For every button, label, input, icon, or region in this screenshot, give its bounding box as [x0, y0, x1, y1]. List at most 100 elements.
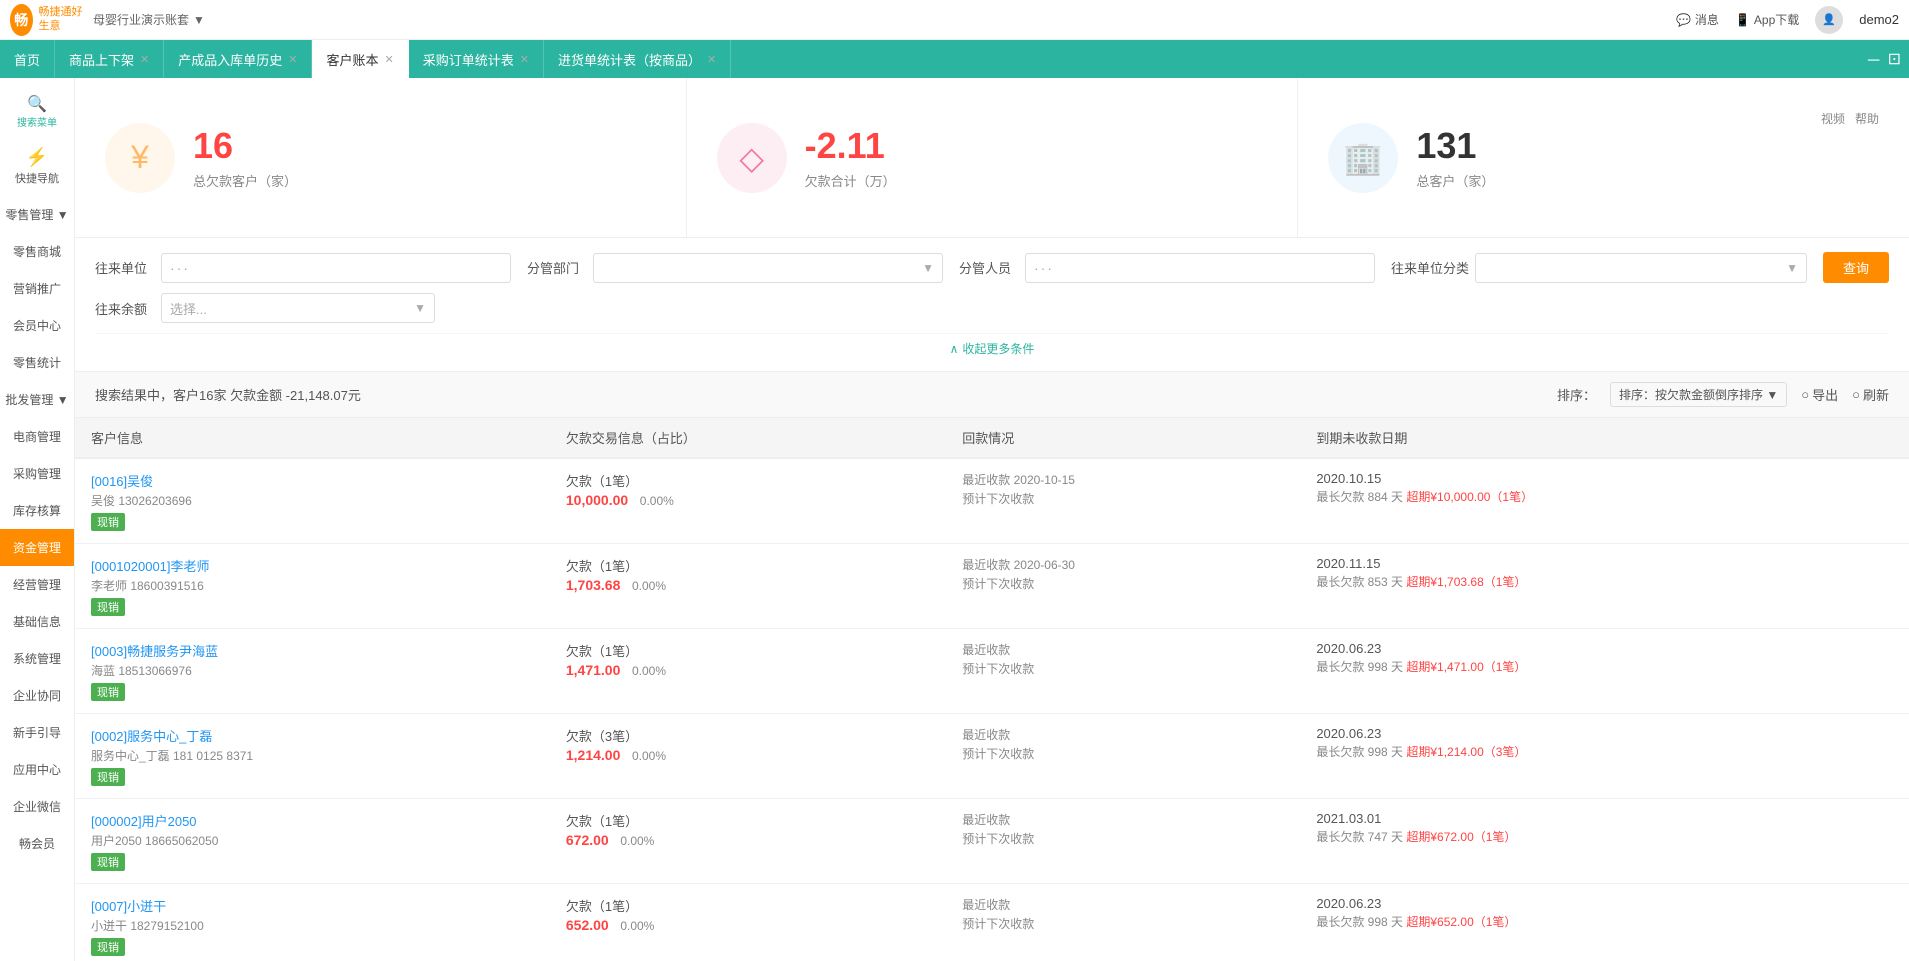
help-button[interactable]: 帮助 [1855, 110, 1879, 127]
stat-icon-money: ¥ [105, 123, 175, 193]
stat-block-debt-total: ◇ -2.11 欠款合计（万） [687, 78, 1299, 237]
debt-pct-2: 0.00% [632, 664, 666, 678]
overdue-days-5: 最长欠款 998 天 超期¥652.00（1笔） [1316, 913, 1893, 930]
search-menu[interactable]: 🔍 搜索菜单 [0, 86, 74, 137]
results-bar: 搜索结果中，客户16家 欠款金额 -21,148.07元 排序： 排序：按欠款金… [75, 372, 1909, 418]
export-button[interactable]: ○ 导出 [1801, 385, 1838, 404]
overdue-days-2: 最长欠款 998 天 超期¥1,471.00（1笔） [1316, 658, 1893, 675]
debt-count-4: 欠款（1笔） [566, 811, 930, 830]
sidebar-item-batch-mgmt[interactable]: 批发管理 ▼ [0, 381, 74, 418]
filter-balance: 往来余额 选择... ▼ [95, 293, 435, 323]
sidebar-item-system[interactable]: 系统管理 [0, 640, 74, 677]
close-icon[interactable]: ✕ [140, 53, 149, 66]
collect-recent-2: 最近收款 [962, 641, 1284, 658]
close-icon[interactable]: ✕ [288, 53, 297, 66]
content-area: ¥ 16 总欠款客户（家） ◇ -2.11 欠款合计（万） 🏢 [75, 78, 1909, 961]
cell-overdue-0: 2020.10.15 最长欠款 884 天 超期¥10,000.00（1笔） [1300, 458, 1909, 544]
tab-home[interactable]: 首页 [0, 40, 55, 78]
stat-icon-diamond: ◇ [717, 123, 787, 193]
cell-customer-3: [0002]服务中心_丁磊 服务中心_丁磊 181 0125 8371 现销 [75, 714, 550, 799]
tab-purchase[interactable]: 采购订单统计表 ✕ [409, 40, 544, 78]
close-icon[interactable]: ✕ [520, 53, 529, 66]
main-body: 🔍 搜索菜单 ⚡ 快捷导航 零售管理 ▼ 零售商城 营销推广 会员中心 零售统计 [0, 78, 1909, 961]
sidebar-item-inventory[interactable]: 库存核算 [0, 492, 74, 529]
overdue-link-3[interactable]: 超期¥1,214.00（3笔） [1406, 745, 1526, 759]
balance-label: 往来余额 [95, 299, 155, 318]
overdue-link-0[interactable]: 超期¥10,000.00（1笔） [1406, 490, 1533, 504]
filter-collapse-button[interactable]: ∧ 收起更多条件 [95, 333, 1889, 363]
customer-contact-5: 小迸干 18279152100 [91, 917, 534, 934]
cell-collect-3: 最近收款 预计下次收款 [946, 714, 1300, 799]
maximize-icon[interactable]: ⊡ [1888, 49, 1901, 69]
tab-goods[interactable]: 商品上下架 ✕ [55, 40, 164, 78]
close-icon[interactable]: ✕ [385, 53, 394, 66]
tab-produce[interactable]: 产成品入库单历史 ✕ [164, 40, 312, 78]
stats-bar: ¥ 16 总欠款客户（家） ◇ -2.11 欠款合计（万） 🏢 [75, 78, 1909, 238]
customer-tag-0: 现销 [91, 513, 125, 531]
sort-select[interactable]: 排序：按欠款金额倒序排序 ▼ [1610, 382, 1787, 407]
sidebar-item-ecommerce[interactable]: 电商管理 [0, 418, 74, 455]
dept-input[interactable]: ▼ [593, 253, 943, 283]
source-unit-label: 往来单位 [95, 258, 155, 277]
filter-source-unit: 往来单位 ··· [95, 253, 511, 283]
cell-collect-2: 最近收款 预计下次收款 [946, 629, 1300, 714]
customer-name-link-5[interactable]: [0007]小迸干 [91, 896, 534, 915]
category-input[interactable]: ▼ [1475, 253, 1807, 283]
source-unit-input[interactable]: ··· [161, 253, 511, 283]
overdue-link-5[interactable]: 超期¥652.00（1笔） [1406, 915, 1516, 929]
balance-input[interactable]: 选择... ▼ [161, 293, 435, 323]
overdue-link-2[interactable]: 超期¥1,471.00（1笔） [1406, 660, 1526, 674]
sidebar-item-member[interactable]: 会员中心 [0, 307, 74, 344]
collect-recent-5: 最近收款 [962, 896, 1284, 913]
stat-value-2: -2.11 [805, 125, 896, 167]
customer-name-link-1[interactable]: [0001020001]李老师 [91, 556, 534, 575]
stat-content-2: -2.11 欠款合计（万） [805, 125, 896, 190]
sidebar-item-vip[interactable]: 畅会员 [0, 825, 74, 862]
tab-stock[interactable]: 进货单统计表（按商品） ✕ [544, 40, 731, 78]
customer-contact-1: 李老师 18600391516 [91, 577, 534, 594]
customer-name-link-2[interactable]: [0003]畅捷服务尹海蓝 [91, 641, 534, 660]
sidebar-item-marketing[interactable]: 营销推广 [0, 270, 74, 307]
collect-recent-3: 最近收款 [962, 726, 1284, 743]
query-button[interactable]: 查询 [1823, 252, 1889, 283]
refresh-button[interactable]: ○ 刷新 [1852, 385, 1889, 404]
customer-contact-4: 用户2050 18665062050 [91, 832, 534, 849]
collect-next-2: 预计下次收款 [962, 660, 1284, 677]
avatar[interactable]: 👤 [1815, 6, 1843, 34]
col-customer: 客户信息 [75, 418, 550, 458]
overdue-link-1[interactable]: 超期¥1,703.68（1笔） [1406, 575, 1526, 589]
stat-value-3: 131 [1416, 125, 1494, 167]
category-label: 往来单位分类 [1391, 258, 1469, 277]
sidebar-item-enterprise[interactable]: 企业协同 [0, 677, 74, 714]
col-debt: 欠款交易信息（占比） [550, 418, 946, 458]
sidebar-item-apps[interactable]: 应用中心 [0, 751, 74, 788]
overdue-days-3: 最长欠款 998 天 超期¥1,214.00（3笔） [1316, 743, 1893, 760]
sidebar-item-quick-nav[interactable]: ⚡ 快捷导航 [0, 137, 74, 196]
sidebar-item-basic[interactable]: 基础信息 [0, 603, 74, 640]
customer-name-link-4[interactable]: [000002]用户2050 [91, 811, 534, 830]
sidebar-item-finance[interactable]: 资金管理 [0, 529, 74, 566]
close-icon[interactable]: ✕ [707, 53, 716, 66]
sort-label: 排序： [1557, 385, 1596, 404]
overdue-link-4[interactable]: 超期¥672.00（1笔） [1406, 830, 1516, 844]
app-download-button[interactable]: 📱 App下载 [1735, 11, 1799, 28]
sidebar-item-purchase-mgmt[interactable]: 采购管理 [0, 455, 74, 492]
sidebar-item-retail-mall[interactable]: 零售商城 [0, 233, 74, 270]
tab-customer[interactable]: 客户账本 ✕ [312, 40, 408, 78]
table-header: 客户信息 欠款交易信息（占比） 回款情况 到期未收款日期 [75, 418, 1909, 458]
sidebar-item-retail-stat[interactable]: 零售统计 [0, 344, 74, 381]
top-bar-left: 畅 畅捷通好生意 母婴行业演示账套 ▼ [10, 4, 1676, 36]
manager-input[interactable]: ··· [1025, 253, 1375, 283]
chevron-down-icon: ▼ [57, 208, 69, 222]
sidebar-item-operation[interactable]: 经营管理 [0, 566, 74, 603]
overdue-days-1: 最长欠款 853 天 超期¥1,703.68（1笔） [1316, 573, 1893, 590]
customer-name-link-3[interactable]: [0002]服务中心_丁磊 [91, 726, 534, 745]
minimize-icon[interactable]: － [1866, 47, 1882, 71]
col-collect: 回款情况 [946, 418, 1300, 458]
customer-name-link-0[interactable]: [0016]吴俊 [91, 471, 534, 490]
sidebar-item-corp-wx[interactable]: 企业微信 [0, 788, 74, 825]
sidebar-item-newbie[interactable]: 新手引导 [0, 714, 74, 751]
message-button[interactable]: 💬 消息 [1676, 11, 1719, 28]
sidebar-item-retail-mgmt[interactable]: 零售管理 ▼ [0, 196, 74, 233]
video-help-button[interactable]: 视频 [1821, 110, 1845, 127]
